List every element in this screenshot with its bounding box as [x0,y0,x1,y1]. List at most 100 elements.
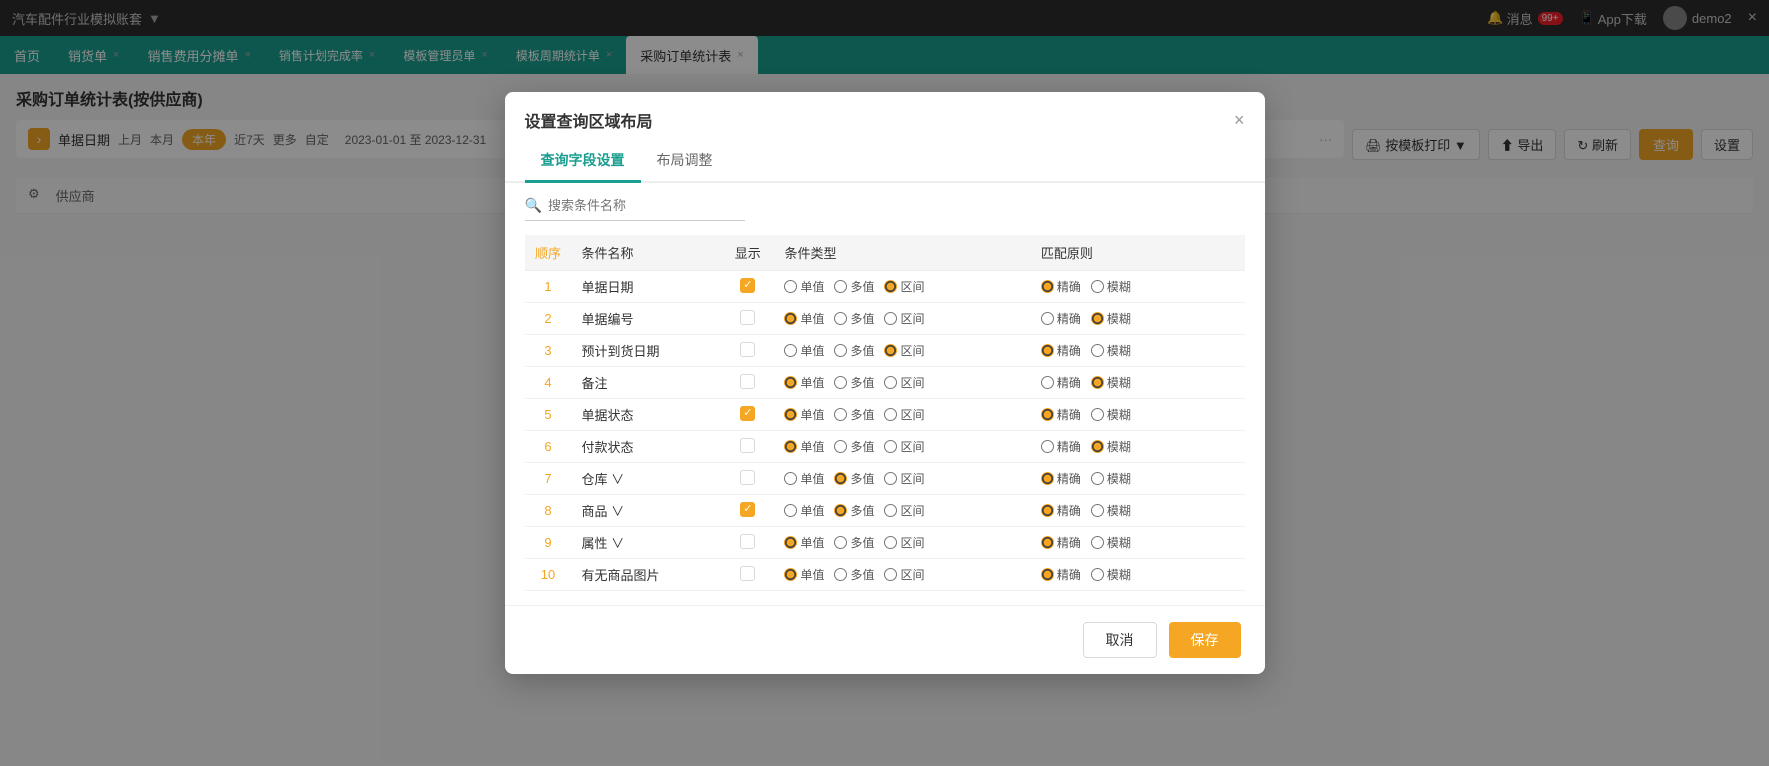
type-radio-区间-9[interactable]: 区间 [884,566,924,583]
match-radio-input-精确-0[interactable] [1041,280,1054,293]
match-radio-input-精确-4[interactable] [1041,408,1054,421]
type-radio-input-区间-3[interactable] [884,376,897,389]
search-input[interactable] [548,198,728,213]
match-radio-精确-7[interactable]: 精确 [1041,502,1081,519]
type-radio-input-单值-3[interactable] [784,376,797,389]
type-radio-input-区间-5[interactable] [884,440,897,453]
type-radio-input-单值-1[interactable] [784,312,797,325]
match-radio-模糊-5[interactable]: 模糊 [1091,438,1131,455]
row-show-0[interactable] [721,271,774,303]
type-radio-多值-0[interactable]: 多值 [834,278,874,295]
type-radio-多值-4[interactable]: 多值 [834,406,874,423]
type-radio-单值-4[interactable]: 单值 [784,406,824,423]
row-show-9[interactable] [721,559,774,591]
row-show-3[interactable] [721,367,774,399]
dialog-tab-field-settings[interactable]: 查询字段设置 [525,144,641,183]
match-radio-模糊-9[interactable]: 模糊 [1091,566,1131,583]
match-radio-精确-8[interactable]: 精确 [1041,534,1081,551]
match-radio-精确-9[interactable]: 精确 [1041,566,1081,583]
checkbox-8[interactable] [740,534,755,549]
checkbox-5[interactable] [740,438,755,453]
type-radio-input-单值-9[interactable] [784,568,797,581]
type-radio-input-多值-8[interactable] [834,536,847,549]
type-radio-input-区间-6[interactable] [884,472,897,485]
type-radio-input-区间-1[interactable] [884,312,897,325]
row-show-5[interactable] [721,431,774,463]
type-radio-input-多值-2[interactable] [834,344,847,357]
row-show-8[interactable] [721,527,774,559]
type-radio-单值-7[interactable]: 单值 [784,502,824,519]
type-radio-input-单值-6[interactable] [784,472,797,485]
match-radio-input-模糊-3[interactable] [1091,376,1104,389]
type-radio-input-多值-4[interactable] [834,408,847,421]
checkbox-4[interactable] [740,406,755,421]
type-radio-input-单值-5[interactable] [784,440,797,453]
match-radio-精确-1[interactable]: 精确 [1041,310,1081,327]
type-radio-多值-1[interactable]: 多值 [834,310,874,327]
type-radio-input-区间-4[interactable] [884,408,897,421]
type-radio-多值-8[interactable]: 多值 [834,534,874,551]
match-radio-模糊-1[interactable]: 模糊 [1091,310,1131,327]
match-radio-模糊-0[interactable]: 模糊 [1091,278,1131,295]
type-radio-input-多值-7[interactable] [834,504,847,517]
type-radio-单值-5[interactable]: 单值 [784,438,824,455]
dialog-close-button[interactable]: × [1234,110,1245,131]
type-radio-多值-3[interactable]: 多值 [834,374,874,391]
type-radio-input-多值-9[interactable] [834,568,847,581]
type-radio-多值-6[interactable]: 多值 [834,470,874,487]
match-radio-精确-6[interactable]: 精确 [1041,470,1081,487]
match-radio-input-精确-6[interactable] [1041,472,1054,485]
match-radio-input-精确-8[interactable] [1041,536,1054,549]
match-radio-input-精确-2[interactable] [1041,344,1054,357]
row-show-7[interactable] [721,495,774,527]
match-radio-模糊-8[interactable]: 模糊 [1091,534,1131,551]
type-radio-input-多值-5[interactable] [834,440,847,453]
type-radio-单值-3[interactable]: 单值 [784,374,824,391]
checkbox-2[interactable] [740,342,755,357]
type-radio-单值-8[interactable]: 单值 [784,534,824,551]
type-radio-区间-5[interactable]: 区间 [884,438,924,455]
type-radio-input-多值-0[interactable] [834,280,847,293]
type-radio-input-多值-1[interactable] [834,312,847,325]
match-radio-精确-4[interactable]: 精确 [1041,406,1081,423]
match-radio-精确-0[interactable]: 精确 [1041,278,1081,295]
match-radio-精确-5[interactable]: 精确 [1041,438,1081,455]
type-radio-input-区间-2[interactable] [884,344,897,357]
type-radio-input-单值-0[interactable] [784,280,797,293]
type-radio-input-区间-9[interactable] [884,568,897,581]
type-radio-区间-6[interactable]: 区间 [884,470,924,487]
row-show-6[interactable] [721,463,774,495]
row-show-4[interactable] [721,399,774,431]
match-radio-精确-3[interactable]: 精确 [1041,374,1081,391]
checkbox-7[interactable] [740,502,755,517]
checkbox-6[interactable] [740,470,755,485]
type-radio-input-单值-7[interactable] [784,504,797,517]
checkbox-0[interactable] [740,278,755,293]
match-radio-input-模糊-8[interactable] [1091,536,1104,549]
type-radio-input-区间-0[interactable] [884,280,897,293]
match-radio-input-模糊-5[interactable] [1091,440,1104,453]
type-radio-单值-9[interactable]: 单值 [784,566,824,583]
checkbox-9[interactable] [740,566,755,581]
type-radio-单值-0[interactable]: 单值 [784,278,824,295]
type-radio-区间-7[interactable]: 区间 [884,502,924,519]
type-radio-区间-2[interactable]: 区间 [884,342,924,359]
type-radio-区间-0[interactable]: 区间 [884,278,924,295]
match-radio-input-精确-7[interactable] [1041,504,1054,517]
type-radio-input-多值-6[interactable] [834,472,847,485]
match-radio-input-模糊-0[interactable] [1091,280,1104,293]
type-radio-input-单值-2[interactable] [784,344,797,357]
type-radio-单值-6[interactable]: 单值 [784,470,824,487]
match-radio-精确-2[interactable]: 精确 [1041,342,1081,359]
type-radio-区间-3[interactable]: 区间 [884,374,924,391]
cancel-button[interactable]: 取消 [1083,622,1157,658]
type-radio-多值-2[interactable]: 多值 [834,342,874,359]
match-radio-input-模糊-9[interactable] [1091,568,1104,581]
match-radio-input-模糊-4[interactable] [1091,408,1104,421]
match-radio-input-模糊-6[interactable] [1091,472,1104,485]
type-radio-区间-4[interactable]: 区间 [884,406,924,423]
row-show-10[interactable] [721,591,774,592]
match-radio-模糊-6[interactable]: 模糊 [1091,470,1131,487]
checkbox-3[interactable] [740,374,755,389]
type-radio-区间-8[interactable]: 区间 [884,534,924,551]
